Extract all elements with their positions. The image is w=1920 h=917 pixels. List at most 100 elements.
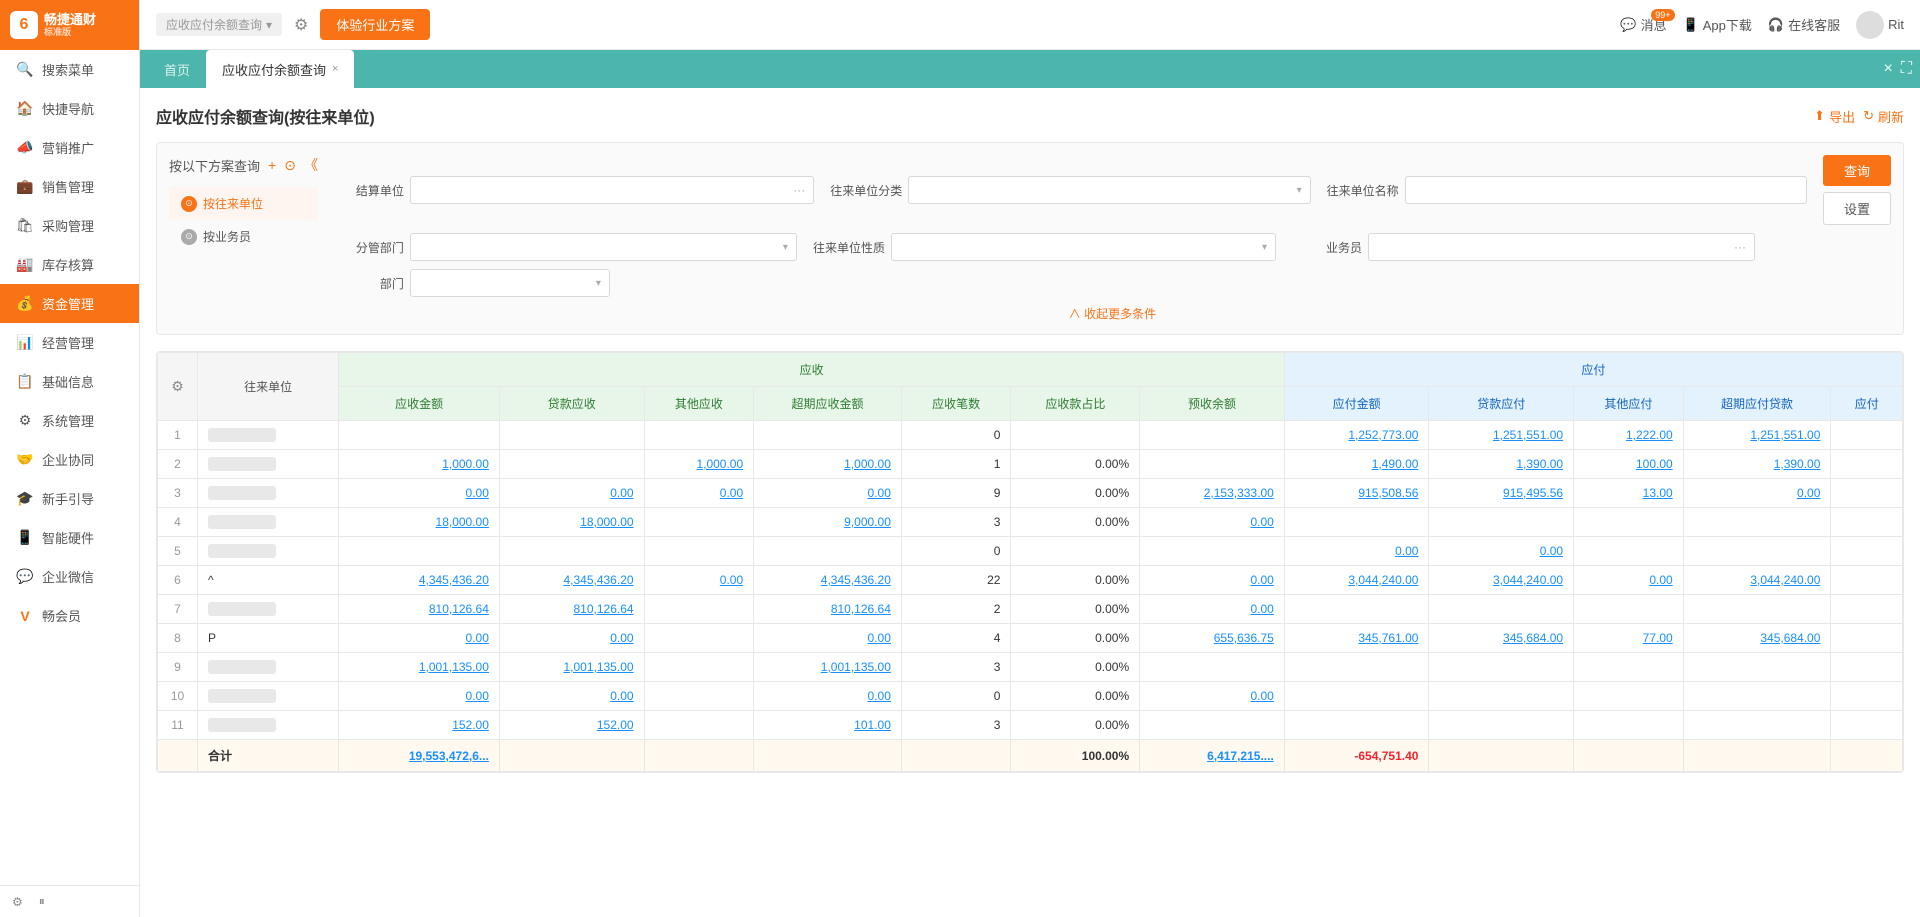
online-service-button[interactable]: 🎧 在线客服 bbox=[1768, 15, 1840, 34]
partner-category-input[interactable]: ▾ bbox=[908, 176, 1310, 204]
table-cell[interactable]: 0.00 bbox=[339, 624, 500, 653]
dept-input[interactable]: ▾ bbox=[410, 269, 610, 297]
table-cell[interactable]: 1,390.00 bbox=[1429, 450, 1574, 479]
query-by-partner[interactable]: ⊙ 按往来单位 bbox=[169, 187, 318, 220]
salesman-input[interactable]: ··· bbox=[1368, 233, 1755, 261]
table-cell[interactable]: 152.00 bbox=[339, 711, 500, 740]
tab-home[interactable]: 首页 bbox=[148, 50, 206, 88]
table-cell[interactable]: 0.00 bbox=[1140, 595, 1285, 624]
footer-ar-total[interactable]: 19,553,472,6... bbox=[339, 740, 500, 772]
sidebar-item-finance[interactable]: 💰 资金管理 bbox=[0, 284, 139, 323]
sidebar-item-base[interactable]: 📋 基础信息 bbox=[0, 362, 139, 401]
table-cell[interactable]: 810,126.64 bbox=[339, 595, 500, 624]
sidebar-item-operation[interactable]: 📊 经营管理 bbox=[0, 323, 139, 362]
sidebar-item-member[interactable]: V 畅会员 bbox=[0, 596, 139, 635]
sidebar-item-collab[interactable]: 🤝 企业协同 bbox=[0, 440, 139, 479]
partner-nature-input[interactable]: ▾ bbox=[891, 233, 1276, 261]
table-cell[interactable]: 1,390.00 bbox=[1683, 450, 1831, 479]
table-cell[interactable]: 101.00 bbox=[754, 711, 902, 740]
settings-icon[interactable]: ⚙ bbox=[294, 15, 308, 35]
table-cell[interactable]: 18,000.00 bbox=[339, 508, 500, 537]
query-by-salesman[interactable]: ⊙ 按业务员 bbox=[169, 220, 318, 253]
table-cell[interactable]: 1,000.00 bbox=[339, 450, 500, 479]
sidebar-item-purchase[interactable]: 🛍 采购管理 bbox=[0, 206, 139, 245]
tab-close-icon[interactable]: × bbox=[332, 63, 338, 75]
table-cell[interactable]: 3,044,240.00 bbox=[1683, 566, 1831, 595]
table-cell[interactable]: 1,000.00 bbox=[644, 450, 754, 479]
query-button[interactable]: 查询 bbox=[1823, 155, 1891, 186]
th-settings[interactable]: ⚙ bbox=[158, 353, 198, 421]
table-cell[interactable]: 4,345,436.20 bbox=[499, 566, 644, 595]
table-cell[interactable]: 0.00 bbox=[644, 479, 754, 508]
table-cell[interactable]: 0.00 bbox=[499, 624, 644, 653]
export-button[interactable]: ⬆ 导出 bbox=[1814, 107, 1855, 126]
table-cell[interactable]: 13.00 bbox=[1574, 479, 1684, 508]
sidebar-item-wechat[interactable]: 💬 企业微信 bbox=[0, 557, 139, 596]
user-avatar[interactable]: Rit bbox=[1856, 11, 1904, 39]
table-cell[interactable]: 0.00 bbox=[1284, 537, 1429, 566]
set-button[interactable]: 设置 bbox=[1823, 192, 1891, 225]
table-cell[interactable]: 1,252,773.00 bbox=[1284, 421, 1429, 450]
table-cell[interactable]: 915,508.56 bbox=[1284, 479, 1429, 508]
table-cell[interactable]: 0.00 bbox=[499, 479, 644, 508]
filter-settings-icon[interactable]: ⊙ bbox=[284, 157, 296, 174]
table-cell[interactable]: 0.00 bbox=[1140, 682, 1285, 711]
sidebar-item-hardware[interactable]: 📱 智能硬件 bbox=[0, 518, 139, 557]
table-settings-icon[interactable]: ⚙ bbox=[171, 378, 184, 394]
table-cell[interactable]: 1,251,551.00 bbox=[1683, 421, 1831, 450]
sidebar-item-guide[interactable]: 🎓 新手引导 bbox=[0, 479, 139, 518]
table-cell[interactable]: 77.00 bbox=[1574, 624, 1684, 653]
app-download-button[interactable]: 📱 App下载 bbox=[1683, 15, 1752, 34]
footer-ar-prepay[interactable]: 6,417,215.... bbox=[1140, 740, 1285, 772]
sidebar-item-system[interactable]: ⚙ 系统管理 bbox=[0, 401, 139, 440]
table-cell[interactable]: 915,495.56 bbox=[1429, 479, 1574, 508]
table-cell[interactable]: 9,000.00 bbox=[754, 508, 902, 537]
table-cell[interactable]: 0.00 bbox=[499, 682, 644, 711]
table-cell[interactable]: 3,044,240.00 bbox=[1429, 566, 1574, 595]
settlement-input[interactable]: ··· bbox=[410, 176, 814, 204]
table-cell[interactable]: 0.00 bbox=[1574, 566, 1684, 595]
tab-ar-ap[interactable]: 应收应付余额查询 × bbox=[206, 50, 354, 88]
sidebar-item-inventory[interactable]: 🏭 库存核算 bbox=[0, 245, 139, 284]
table-cell[interactable]: 1,000.00 bbox=[754, 450, 902, 479]
message-button[interactable]: 💬 消息 99+ bbox=[1620, 15, 1666, 34]
table-cell[interactable]: 4,345,436.20 bbox=[339, 566, 500, 595]
sidebar-item-quicknav[interactable]: 🏠 快捷导航 bbox=[0, 89, 139, 128]
table-cell[interactable]: 100.00 bbox=[1574, 450, 1684, 479]
table-cell[interactable]: 1,251,551.00 bbox=[1429, 421, 1574, 450]
table-cell[interactable]: 3,044,240.00 bbox=[1284, 566, 1429, 595]
table-cell[interactable]: 18,000.00 bbox=[499, 508, 644, 537]
table-cell[interactable]: 810,126.64 bbox=[499, 595, 644, 624]
supervise-dept-input[interactable]: ▾ bbox=[410, 233, 797, 261]
filter-collapse-btn[interactable]: ∧ 收起更多条件 bbox=[334, 305, 1891, 322]
sidebar-settings-icon[interactable]: ⚙ bbox=[12, 895, 23, 909]
table-cell[interactable]: 0.00 bbox=[754, 682, 902, 711]
table-cell[interactable]: 2,153,333.00 bbox=[1140, 479, 1285, 508]
table-cell[interactable]: 655,636.75 bbox=[1140, 624, 1285, 653]
table-cell[interactable]: 1,001,135.00 bbox=[339, 653, 500, 682]
table-cell[interactable]: 0.00 bbox=[1683, 479, 1831, 508]
partner-name-input[interactable] bbox=[1405, 176, 1807, 204]
table-cell[interactable]: 810,126.64 bbox=[754, 595, 902, 624]
table-cell[interactable]: 345,761.00 bbox=[1284, 624, 1429, 653]
table-cell[interactable]: 0.00 bbox=[1429, 537, 1574, 566]
sidebar-collapse-icon[interactable]: ⏸ bbox=[39, 894, 45, 909]
table-cell[interactable]: 1,222.00 bbox=[1574, 421, 1684, 450]
table-cell[interactable]: 4,345,436.20 bbox=[754, 566, 902, 595]
table-cell[interactable]: 152.00 bbox=[499, 711, 644, 740]
table-cell[interactable]: 1,001,135.00 bbox=[754, 653, 902, 682]
table-cell[interactable]: 1,490.00 bbox=[1284, 450, 1429, 479]
sidebar-item-sales[interactable]: 💼 销售管理 bbox=[0, 167, 139, 206]
refresh-button[interactable]: ↻ 刷新 bbox=[1863, 107, 1904, 126]
table-cell[interactable]: 0.00 bbox=[1140, 508, 1285, 537]
promo-button[interactable]: 体验行业方案 bbox=[320, 9, 430, 40]
table-cell[interactable]: 0.00 bbox=[1140, 566, 1285, 595]
table-cell[interactable]: 0.00 bbox=[339, 682, 500, 711]
table-cell[interactable]: 0.00 bbox=[339, 479, 500, 508]
filter-add-icon[interactable]: + bbox=[268, 157, 276, 173]
table-cell[interactable]: 0.00 bbox=[644, 566, 754, 595]
table-cell[interactable]: 0.00 bbox=[754, 624, 902, 653]
table-cell[interactable]: 345,684.00 bbox=[1683, 624, 1831, 653]
window-expand-icon[interactable]: ⛶ bbox=[1901, 60, 1912, 78]
table-cell[interactable]: 345,684.00 bbox=[1429, 624, 1574, 653]
